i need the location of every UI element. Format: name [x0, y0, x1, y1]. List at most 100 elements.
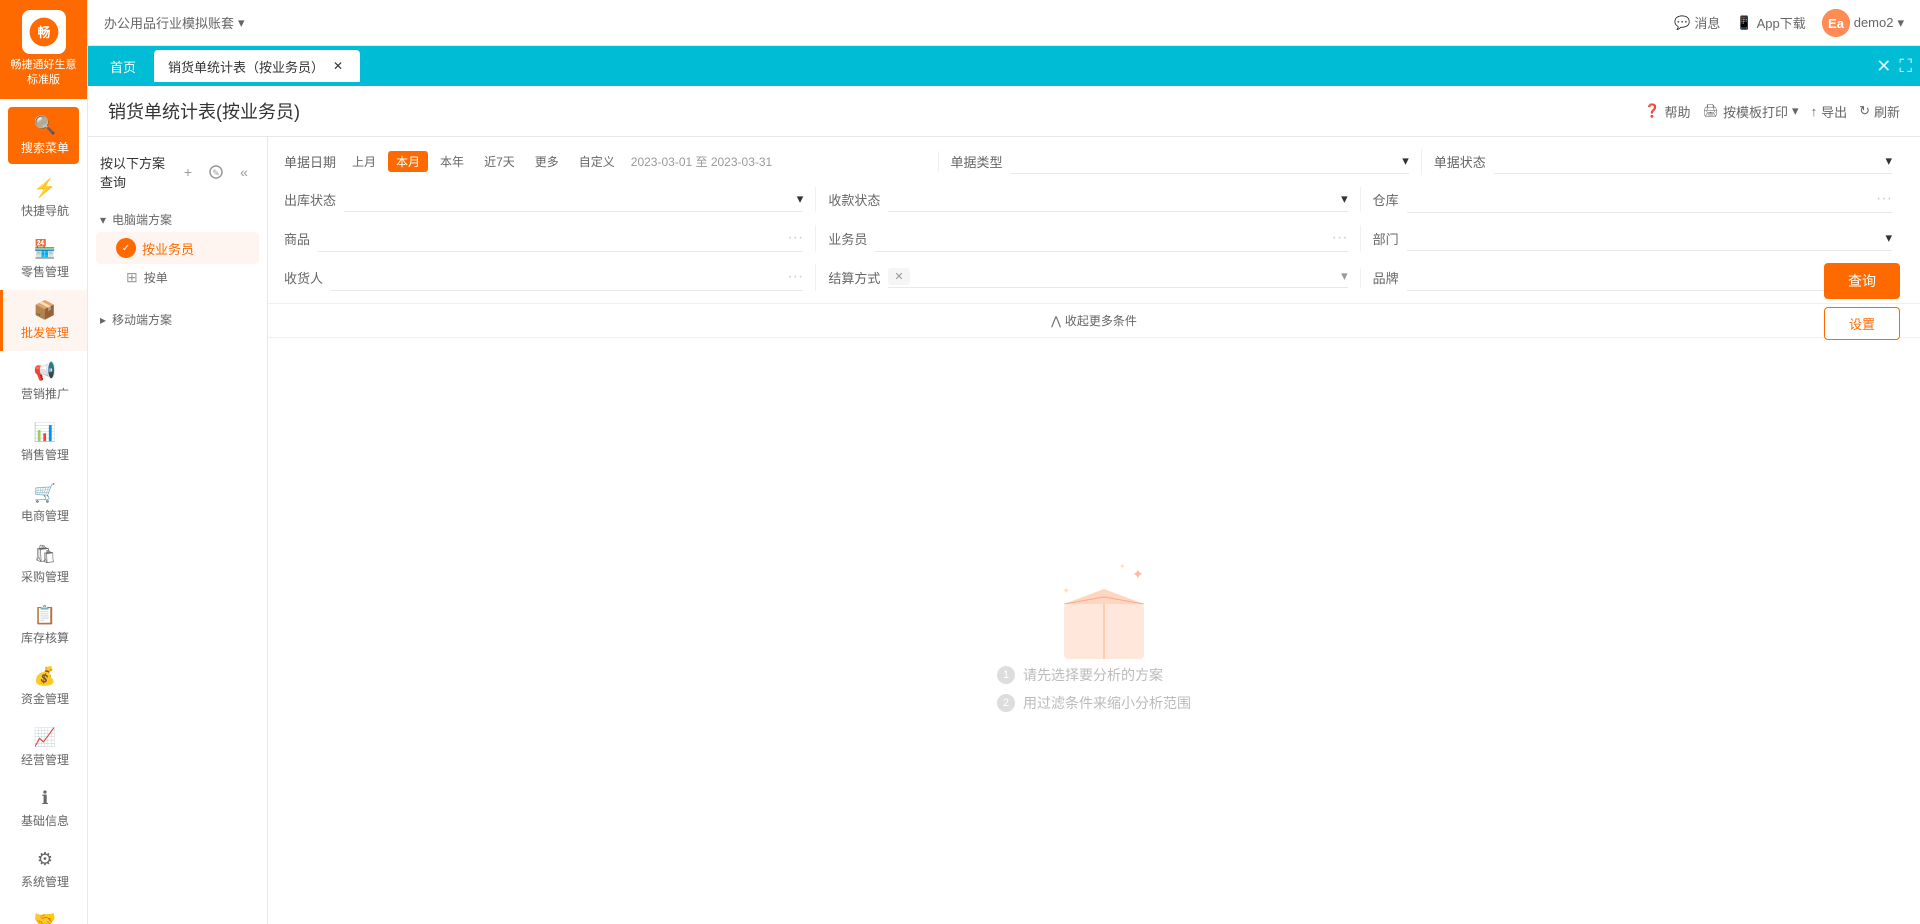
collapse-up-icon: ⋀ — [1051, 314, 1061, 328]
consignee-dots-icon[interactable]: ··· — [787, 268, 803, 286]
warehouse-select[interactable]: ··· — [1407, 186, 1892, 213]
consignee-select[interactable]: ··· — [331, 264, 803, 291]
receipt-status-label: 收款状态 — [828, 190, 880, 209]
department-select[interactable]: ▾ — [1407, 226, 1892, 251]
sidebar-item-search[interactable]: 🔍 搜索菜单 — [8, 107, 79, 164]
date-custom[interactable]: 自定义 — [571, 151, 623, 172]
sidebar-item-label: 经营管理 — [21, 751, 69, 768]
message-icon: 💬 — [1674, 15, 1690, 31]
hint-num-1: 1 — [997, 666, 1015, 684]
filter-doc-type: 单据类型 ▾ — [939, 149, 1422, 174]
close-window-icon[interactable]: ✕ — [1876, 56, 1891, 77]
sidebar-item-label: 基础信息 — [21, 812, 69, 829]
sidebar-item-ecommerce[interactable]: 🛒 电商管理 — [0, 473, 87, 534]
template-print-button[interactable]: 🖨 按模板打印 ▾ — [1703, 102, 1799, 121]
sidebar-item-purchase[interactable]: 🛍 采购管理 — [0, 534, 87, 595]
sales-staff-select[interactable]: ··· — [875, 225, 1347, 252]
sidebar-item-system[interactable]: ⚙ 系统管理 — [0, 839, 87, 900]
finance-icon: 💰 — [34, 666, 56, 687]
marketing-icon: 📢 — [34, 361, 56, 382]
scheme-item-label: 按业务员 — [142, 239, 194, 258]
sidebar-item-operation[interactable]: 📈 经营管理 — [0, 717, 87, 778]
sidebar-item-wholesale[interactable]: 📦 批发管理 — [0, 290, 87, 351]
scheme-sub-label: 按单 — [144, 269, 168, 286]
scheme-group-desktop: ▾ 电脑端方案 ✓ 按业务员 ⊞ 按单 — [96, 203, 259, 295]
export-button[interactable]: ↑ 导出 — [1811, 102, 1848, 121]
goods-select[interactable]: ··· — [318, 225, 803, 252]
edit-scheme-button[interactable]: ✎ — [205, 161, 227, 183]
staff-dots-icon[interactable]: ··· — [1332, 229, 1348, 247]
collapse-panel-button[interactable]: « — [233, 161, 255, 183]
date-this-year[interactable]: 本年 — [432, 151, 472, 172]
filter-date: 单据日期 上月 本月 本年 近7天 更多 自定义 2023-03-01 至 20… — [284, 151, 939, 172]
settle-clear-icon[interactable]: ✕ — [894, 270, 903, 283]
query-buttons: 查询 设置 — [1824, 263, 1900, 340]
filter-row-4: 收货人 ··· 结算方式 ✕ — [284, 264, 1904, 291]
refresh-button[interactable]: ↻ 刷新 — [1859, 102, 1900, 121]
svg-text:✦: ✦ — [1119, 562, 1126, 571]
settle-filter: ✕ ▾ — [888, 268, 1347, 288]
tab-close-icon[interactable]: ✕ — [330, 58, 346, 74]
sidebar-item-inventory[interactable]: 📋 库存核算 — [0, 595, 87, 656]
doc-status-select[interactable]: ▾ — [1494, 149, 1892, 174]
department-label: 部门 — [1373, 229, 1399, 248]
filter-sales-staff: 业务员 ··· — [816, 225, 1360, 252]
logo-area[interactable]: 畅 畅捷通好生意 标准版 — [0, 0, 87, 99]
svg-text:Ea: Ea — [1828, 16, 1845, 31]
filter-brand: 品牌 ··· — [1361, 264, 1904, 291]
date-prev-month[interactable]: 上月 — [344, 151, 384, 172]
sidebar-item-marketing[interactable]: 📢 营销推广 — [0, 351, 87, 412]
sidebar-item-finance[interactable]: 💰 资金管理 — [0, 656, 87, 717]
date-7days[interactable]: 近7天 — [476, 151, 523, 172]
receipt-status-select[interactable]: ▾ — [888, 187, 1347, 212]
brand-select[interactable]: ··· — [1407, 264, 1892, 291]
settings-button[interactable]: 设置 — [1824, 307, 1900, 340]
scheme-item-by-staff[interactable]: ✓ 按业务员 — [96, 232, 259, 264]
scheme-group-mobile: ▸ 移动端方案 — [96, 303, 259, 336]
filter-doc-status: 单据状态 ▾ — [1422, 149, 1904, 174]
out-status-select[interactable]: ▾ — [344, 187, 803, 212]
tab-sales-stats[interactable]: 销货单统计表（按业务员） ✕ — [154, 50, 360, 82]
user-menu[interactable]: Ea demo2 ▾ — [1822, 9, 1904, 37]
content: 销货单统计表(按业务员) ❓ 帮助 🖨 按模板打印 ▾ ↑ 导出 ↻ 刷新 — [88, 86, 1920, 924]
filter-settle: 结算方式 ✕ ▾ — [816, 268, 1360, 288]
sidebar-item-sales[interactable]: 📊 销售管理 — [0, 412, 87, 473]
inventory-icon: 📋 — [34, 605, 56, 626]
goods-dots-icon[interactable]: ··· — [787, 229, 803, 247]
app-download-button[interactable]: 📱 App下载 — [1736, 13, 1805, 32]
collapse-bar[interactable]: ⋀ 收起更多条件 — [268, 304, 1920, 338]
scheme-item-by-order[interactable]: ⊞ 按单 — [96, 264, 259, 291]
filter-receipt-status: 收款状态 ▾ — [816, 187, 1360, 212]
tab-actions: ✕ ⛶ — [1876, 56, 1912, 77]
date-more[interactable]: 更多 — [527, 151, 567, 172]
warehouse-dots-icon[interactable]: ··· — [1876, 190, 1892, 208]
settle-tag: ✕ — [888, 268, 909, 285]
topbar: 办公用品行业模拟账套 ▾ 💬 消息 📱 App下载 Ea demo — [88, 0, 1920, 46]
date-this-month[interactable]: 本月 — [388, 151, 428, 172]
message-button[interactable]: 💬 消息 — [1674, 13, 1720, 32]
scheme-group-desktop-title[interactable]: ▾ 电脑端方案 — [96, 207, 259, 232]
panel-icons: + ✎ « — [177, 161, 255, 183]
maximize-icon[interactable]: ⛶ — [1899, 56, 1912, 77]
ecommerce-icon: 🛒 — [34, 483, 56, 504]
sidebar-item-retail[interactable]: 🏪 零售管理 — [0, 229, 87, 290]
help-button[interactable]: ❓ 帮助 — [1644, 102, 1690, 121]
query-button[interactable]: 查询 — [1824, 263, 1900, 299]
phone-icon: 📱 — [1736, 15, 1752, 31]
left-panel: 按以下方案查询 + ✎ « ▾ — [88, 137, 268, 924]
workspace-dropdown[interactable]: 办公用品行业模拟账套 ▾ — [104, 13, 245, 32]
tab-home[interactable]: 首页 — [96, 50, 150, 82]
empty-hints: 1 请先选择要分析的方案 2 用过滤条件来缩小分析范围 — [997, 665, 1191, 713]
doc-type-select[interactable]: ▾ — [1011, 149, 1409, 174]
sidebar-item-enterprise[interactable]: 🤝 企业协同 — [0, 900, 87, 924]
filter-goods: 商品 ··· — [284, 225, 816, 252]
sidebar-item-label: 营销推广 — [21, 385, 69, 402]
add-scheme-button[interactable]: + — [177, 161, 199, 183]
settle-dropdown-icon[interactable]: ▾ — [1341, 268, 1348, 284]
sidebar-item-quicknav[interactable]: ⚡ 快捷导航 — [0, 168, 87, 229]
scheme-active-icon: ✓ — [116, 238, 136, 258]
workspace-label: 办公用品行业模拟账套 — [104, 13, 234, 32]
refresh-icon: ↻ — [1859, 103, 1870, 119]
sidebar-item-basic[interactable]: ℹ 基础信息 — [0, 778, 87, 839]
scheme-group-mobile-title[interactable]: ▸ 移动端方案 — [96, 307, 259, 332]
